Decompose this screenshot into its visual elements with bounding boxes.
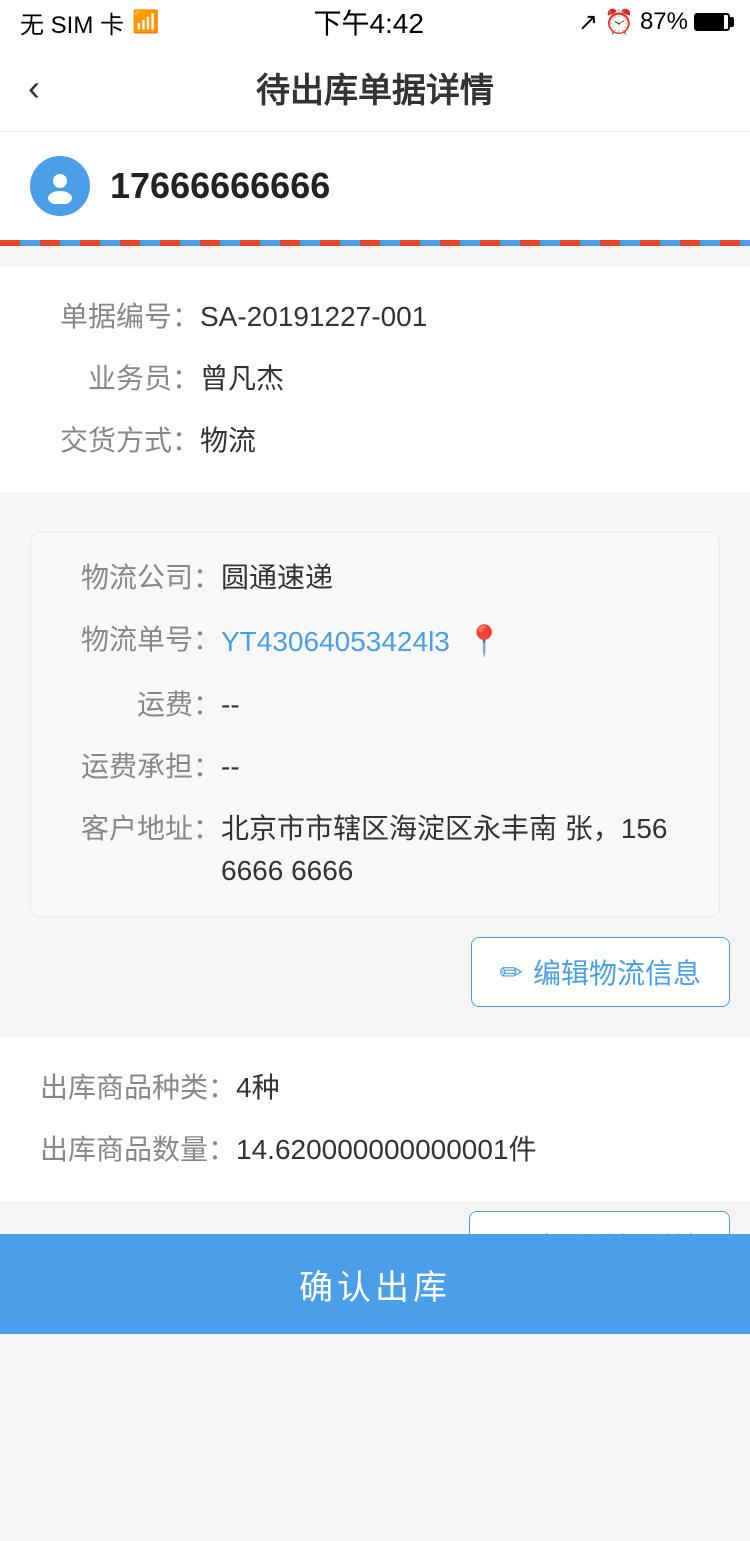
- section-gap-3: [0, 1017, 750, 1037]
- order-info-block: 单据编号： SA-20191227-001 业务员： 曾凡杰 交货方式： 物流: [0, 266, 750, 492]
- freight-bearer-row: 运费承担： --: [61, 746, 689, 788]
- tracking-label: 物流单号：: [61, 619, 221, 661]
- freight-bearer-value: --: [221, 746, 689, 788]
- status-left: 无 SIM 卡 📶: [20, 5, 159, 40]
- wifi-icon: 📶: [132, 9, 159, 35]
- edit-logistics-button[interactable]: ✏ 编辑物流信息: [471, 937, 730, 1007]
- map-pin-icon[interactable]: 📍: [466, 619, 503, 664]
- alarm-icon: ⏰: [604, 8, 634, 37]
- tracking-value-row: YT43064053424l3 📍: [221, 619, 503, 664]
- tracking-row: 物流单号： YT43064053424l3 📍: [61, 619, 689, 664]
- doc-number-value: SA-20191227-001: [200, 296, 710, 338]
- freight-row: 运费： --: [61, 684, 689, 726]
- customer-header: 17666666666: [0, 132, 750, 240]
- salesman-label: 业务员：: [40, 358, 200, 400]
- status-right: ↗ ⏰ 87%: [578, 8, 730, 37]
- section-gap-2: [0, 492, 750, 512]
- doc-number-row: 单据编号： SA-20191227-001: [40, 296, 710, 338]
- company-value: 圆通速递: [221, 557, 689, 599]
- quantity-row: 出库商品数量： 14.620000000000001件: [40, 1129, 710, 1171]
- freight-value: --: [221, 684, 689, 726]
- delivery-row: 交货方式： 物流: [40, 420, 710, 462]
- nav-bar: ‹ 待出库单据详情: [0, 44, 750, 132]
- salesman-value: 曾凡杰: [200, 358, 710, 400]
- stock-info-block: 出库商品种类： 4种 出库商品数量： 14.620000000000001件: [0, 1037, 750, 1201]
- location-status-icon: ↗: [578, 8, 598, 37]
- quantity-value: 14.620000000000001件: [236, 1129, 710, 1171]
- battery-percent: 87%: [640, 8, 688, 36]
- confirm-btn-area[interactable]: 确认出库: [0, 1234, 750, 1334]
- types-label: 出库商品种类：: [40, 1067, 236, 1109]
- tracking-value: YT43064053424l3: [221, 621, 450, 663]
- address-label: 客户地址：: [61, 808, 221, 850]
- doc-number-label: 单据编号：: [40, 296, 200, 338]
- delivery-label: 交货方式：: [40, 420, 200, 462]
- edit-icon: ✏: [500, 956, 523, 989]
- section-gap-1: [0, 246, 750, 266]
- address-row: 客户地址： 北京市市辖区海淀区永丰南 张，156 6666 6666: [61, 808, 689, 892]
- carrier-text: 无 SIM 卡: [20, 5, 124, 40]
- confirm-btn-text: 确认出库: [299, 1260, 451, 1309]
- page-title: 待出库单据详情: [256, 63, 494, 112]
- status-time: 下午4:42: [313, 2, 424, 42]
- customer-phone: 17666666666: [110, 165, 330, 207]
- edit-btn-area: ✏ 编辑物流信息: [0, 937, 750, 1017]
- back-button[interactable]: ‹: [28, 67, 40, 109]
- company-label: 物流公司：: [61, 557, 221, 599]
- quantity-label: 出库商品数量：: [40, 1129, 236, 1171]
- delivery-value: 物流: [200, 420, 710, 462]
- salesman-row: 业务员： 曾凡杰: [40, 358, 710, 400]
- types-row: 出库商品种类： 4种: [40, 1067, 710, 1109]
- freight-bearer-label: 运费承担：: [61, 746, 221, 788]
- battery-icon: [694, 13, 730, 31]
- company-row: 物流公司： 圆通速递: [61, 557, 689, 599]
- types-value: 4种: [236, 1067, 710, 1109]
- address-value: 北京市市辖区海淀区永丰南 张，156 6666 6666: [221, 808, 689, 892]
- edit-btn-label: 编辑物流信息: [533, 952, 701, 992]
- avatar: [30, 156, 90, 216]
- logistics-card: 物流公司： 圆通速递 物流单号： YT43064053424l3 📍 运费： -…: [30, 532, 720, 917]
- freight-label: 运费：: [61, 684, 221, 726]
- status-bar: 无 SIM 卡 📶 下午4:42 ↗ ⏰ 87%: [0, 0, 750, 44]
